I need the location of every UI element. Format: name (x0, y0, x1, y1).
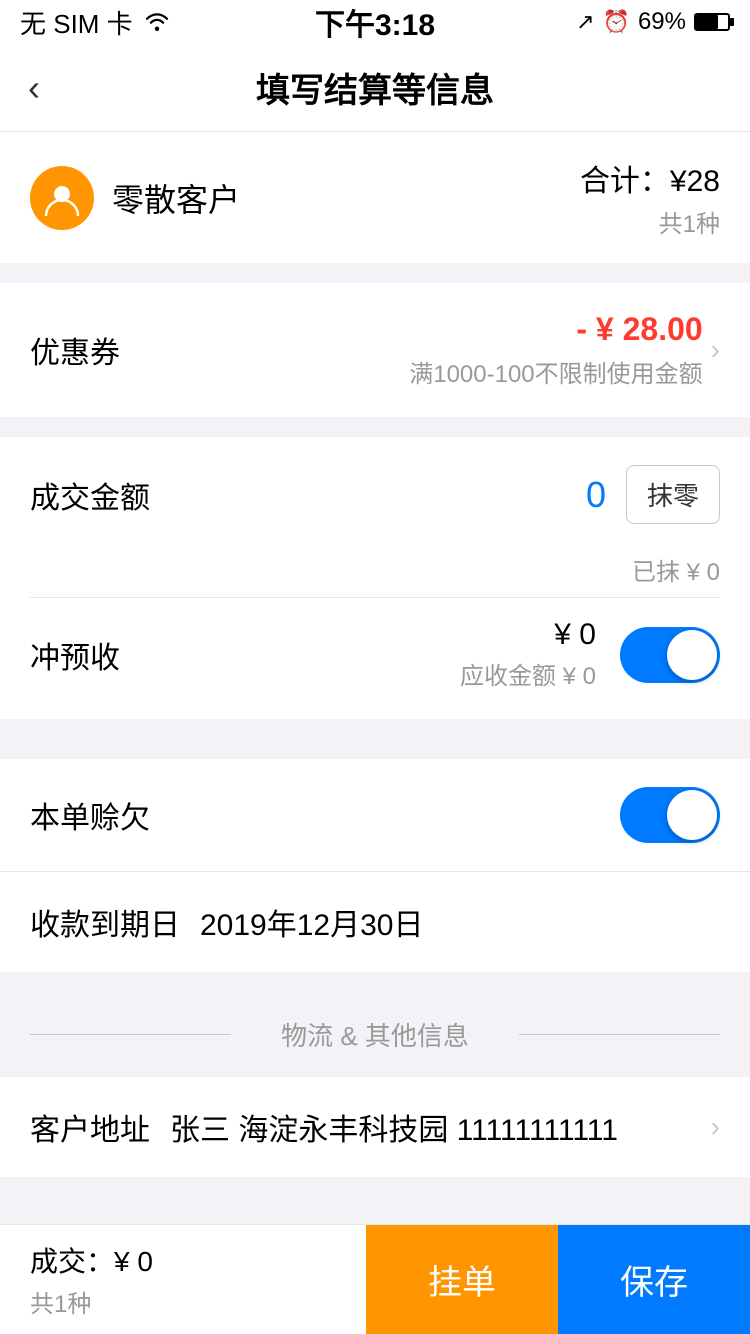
debt-toggle-knob (667, 790, 717, 840)
save-button-label: 保存 (620, 1255, 688, 1304)
transaction-right: 0 抹零 (586, 465, 720, 524)
bottom-transaction-value: ¥ 0 (114, 1246, 153, 1277)
due-date-row: 收款到期日 2019年12月30日 (30, 900, 720, 944)
transaction-sub: 已抹 ¥ 0 (30, 552, 720, 597)
bottom-summary: 成交：¥ 0 共1种 (0, 1240, 366, 1319)
wifi-icon (143, 7, 171, 38)
logistics-label: 物流 & 其他信息 (281, 1016, 469, 1053)
transaction-row: 成交金额 0 抹零 (30, 437, 720, 552)
section-divider-1 (0, 263, 750, 283)
address-chevron-icon: › (711, 1111, 720, 1143)
hold-button[interactable]: 挂单 (366, 1225, 558, 1334)
page-title: 填写结算等信息 (256, 63, 494, 112)
battery-percent: 69% (638, 8, 686, 36)
logistics-divider: 物流 & 其他信息 (0, 992, 750, 1077)
logistics-line-right (519, 1034, 720, 1035)
content: 零散客户 合计：¥28 共1种 优惠券 - ¥ 28.00 满1000-100不… (0, 132, 750, 1317)
prepayment-value: ¥ 0 (460, 618, 596, 652)
transaction-label: 成交金额 (30, 473, 150, 517)
nav-bar: ‹ 填写结算等信息 (0, 44, 750, 132)
save-button[interactable]: 保存 (558, 1225, 750, 1334)
bottom-count: 共1种 (30, 1284, 336, 1319)
chevron-right-icon: › (711, 334, 720, 366)
customer-avatar (30, 166, 94, 230)
status-right: ↗ ⏰ 69% (576, 8, 730, 36)
transaction-section: 成交金额 0 抹零 已抹 ¥ 0 冲预收 ¥ 0 应收金额 ¥ 0 (0, 437, 750, 719)
due-date-value: 2019年12月30日 (200, 900, 423, 944)
due-date-label: 收款到期日 (30, 900, 180, 944)
status-bar: 无 SIM 卡 下午3:18 ↗ ⏰ 69% (0, 0, 750, 44)
address-value: 张三 海淀永丰科技园 11111111111 (170, 1105, 701, 1149)
back-button[interactable]: ‹ (28, 67, 40, 109)
hold-button-label: 挂单 (428, 1255, 496, 1304)
customer-section: 零散客户 合计：¥28 共1种 (0, 132, 750, 263)
coupon-label: 优惠券 (30, 328, 120, 372)
content-spacer (0, 1177, 750, 1197)
section-divider-3 (0, 719, 750, 739)
address-label: 客户地址 (30, 1105, 150, 1149)
debt-label: 本单赊欠 (30, 793, 150, 837)
coupon-value: - ¥ 28.00 (409, 311, 702, 348)
carrier-label: 无 SIM 卡 (20, 4, 133, 41)
battery-icon (694, 13, 730, 31)
status-time: 下午3:18 (315, 0, 435, 44)
prepayment-value-block: ¥ 0 应收金额 ¥ 0 (460, 618, 596, 691)
address-section[interactable]: 客户地址 张三 海淀永丰科技园 11111111111 › (0, 1077, 750, 1177)
debt-toggle[interactable] (620, 787, 720, 843)
transaction-value: 0 (586, 474, 606, 516)
bottom-transaction: 成交：¥ 0 (30, 1240, 336, 1280)
prepayment-toggle[interactable] (620, 627, 720, 683)
due-date-section: 收款到期日 2019年12月30日 (0, 871, 750, 972)
debt-section: 本单赊欠 (0, 759, 750, 871)
logistics-line-left (30, 1034, 231, 1035)
prepayment-row: 冲预收 ¥ 0 应收金额 ¥ 0 (30, 598, 720, 719)
location-icon: ↗ (576, 9, 594, 35)
round-off-button[interactable]: 抹零 (626, 465, 720, 524)
coupon-row: 优惠券 - ¥ 28.00 满1000-100不限制使用金额 › (30, 311, 720, 389)
bottom-transaction-label: 成交： (30, 1246, 114, 1277)
prepayment-label: 冲预收 (30, 633, 120, 677)
toggle-knob (667, 630, 717, 680)
customer-name: 零散客户 (112, 175, 240, 221)
customer-total: 合计：¥28 (580, 156, 720, 200)
customer-count: 共1种 (580, 204, 720, 239)
status-left: 无 SIM 卡 (20, 4, 171, 41)
prepayment-sub: 应收金额 ¥ 0 (460, 656, 596, 691)
coupon-section[interactable]: 优惠券 - ¥ 28.00 满1000-100不限制使用金额 › (0, 283, 750, 417)
bottom-bar: 成交：¥ 0 共1种 挂单 保存 (0, 1224, 750, 1334)
section-divider-2 (0, 417, 750, 437)
coupon-detail: - ¥ 28.00 满1000-100不限制使用金额 (409, 311, 702, 389)
prepayment-right: ¥ 0 应收金额 ¥ 0 (460, 618, 720, 691)
coupon-desc: 满1000-100不限制使用金额 (409, 354, 702, 389)
alarm-icon: ⏰ (603, 9, 630, 35)
coupon-right: - ¥ 28.00 满1000-100不限制使用金额 › (409, 311, 720, 389)
customer-right: 合计：¥28 共1种 (580, 156, 720, 239)
customer-left: 零散客户 (30, 166, 240, 230)
